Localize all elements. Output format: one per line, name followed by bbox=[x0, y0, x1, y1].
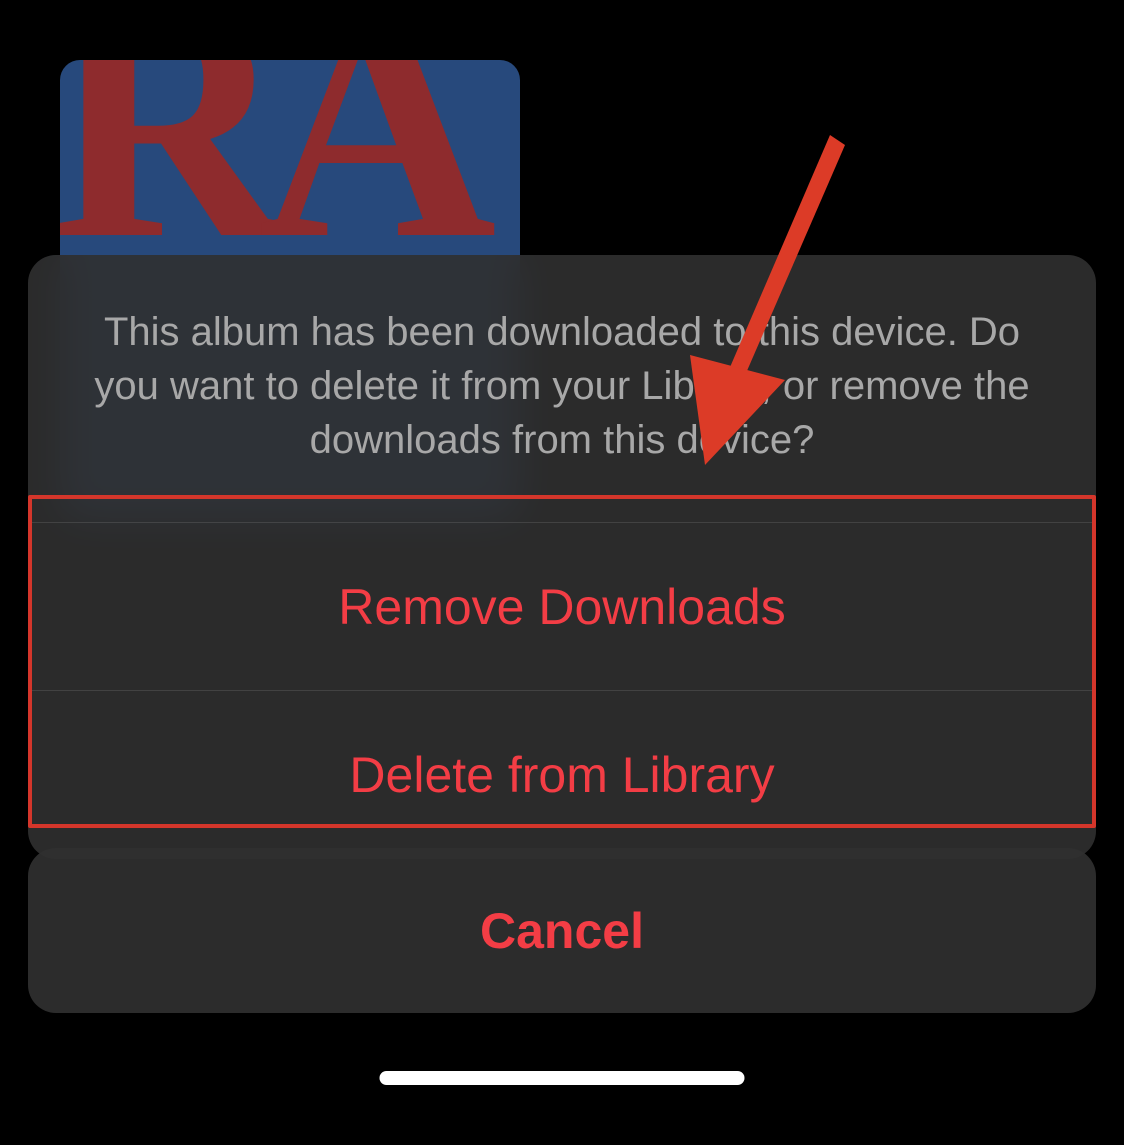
cancel-button[interactable]: Cancel bbox=[28, 848, 1096, 1013]
home-indicator[interactable] bbox=[380, 1071, 745, 1085]
remove-downloads-button[interactable]: Remove Downloads bbox=[28, 523, 1096, 691]
delete-from-library-button[interactable]: Delete from Library bbox=[28, 691, 1096, 859]
sheet-message: This album has been downloaded to this d… bbox=[28, 255, 1096, 523]
action-sheet: This album has been downloaded to this d… bbox=[28, 255, 1096, 859]
